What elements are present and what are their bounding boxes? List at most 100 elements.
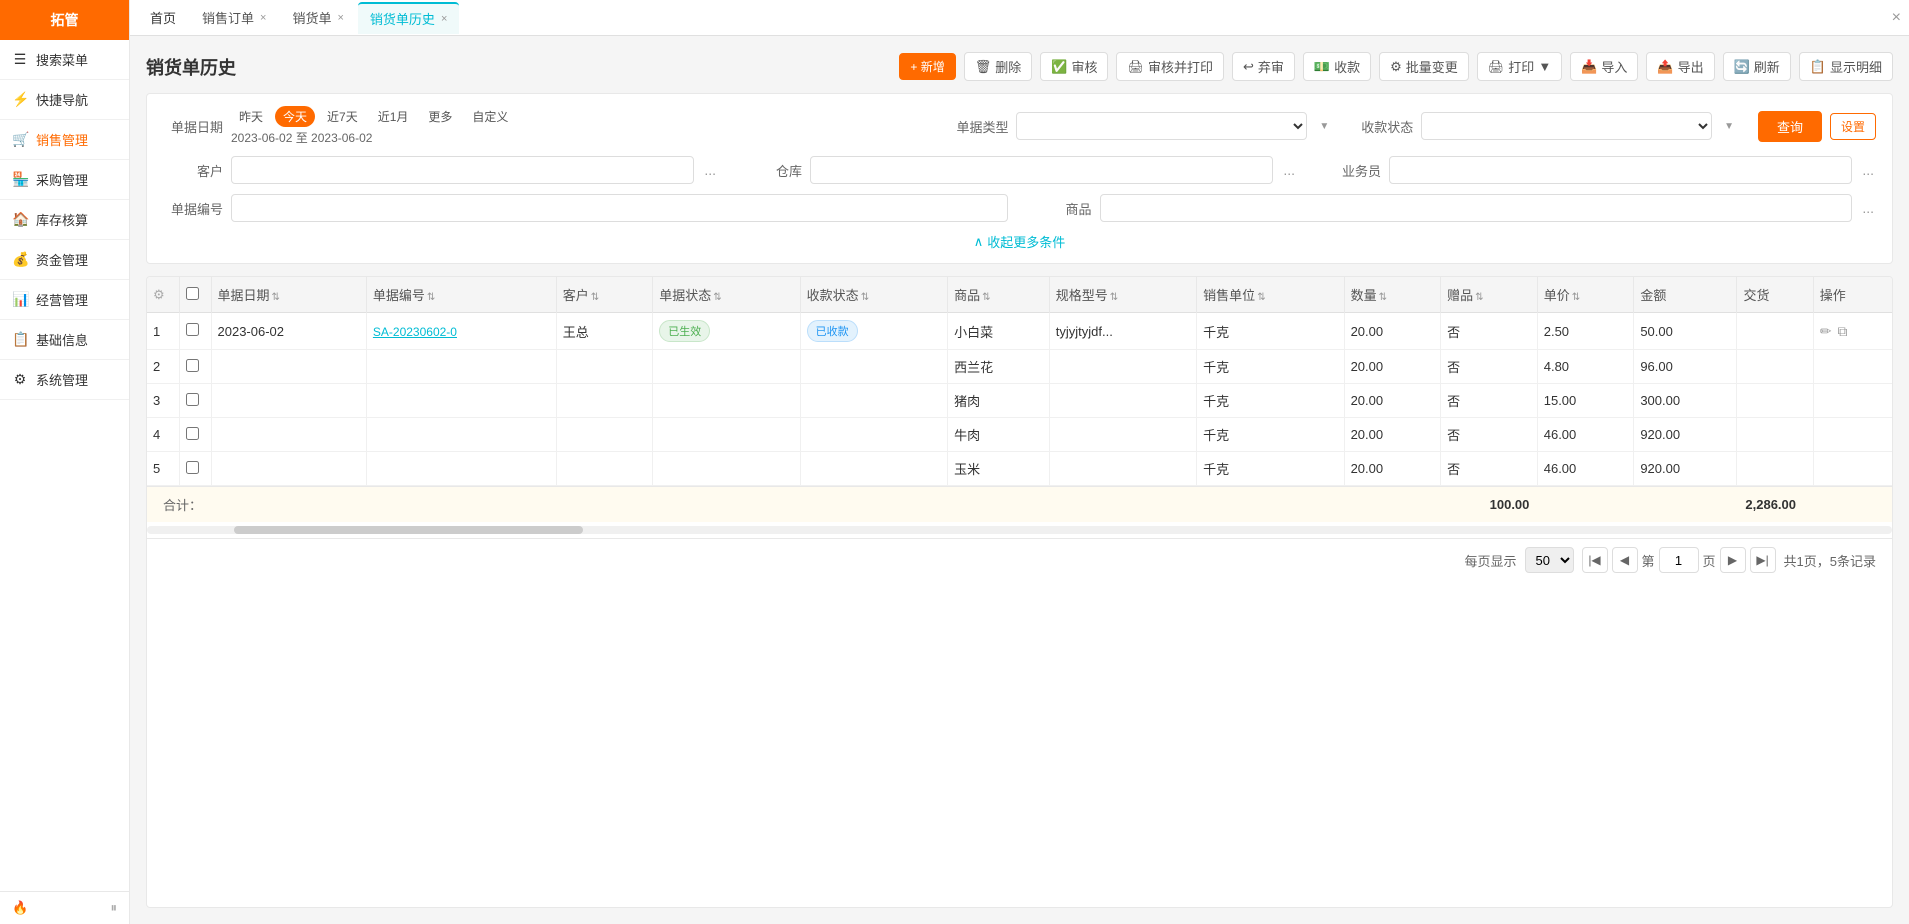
goods-ellipsis-button[interactable]: ...	[1860, 200, 1876, 216]
delete-label: 删除	[995, 57, 1021, 76]
date-pill-7days[interactable]: 近7天	[319, 106, 366, 127]
doc-type-select[interactable]	[1016, 112, 1307, 140]
th-spec-type[interactable]: 规格型号⇅	[1049, 277, 1196, 313]
th-collect-status[interactable]: 收款状态⇅	[800, 277, 947, 313]
sort-doc-no-icon[interactable]: ⇅	[427, 292, 435, 303]
tabs-close-all-button[interactable]: ×	[1892, 9, 1901, 27]
date-pill-1month[interactable]: 近1月	[370, 106, 417, 127]
row-checkbox[interactable]	[186, 427, 199, 440]
row-checkbox[interactable]	[186, 393, 199, 406]
copy-icon[interactable]: ⧉	[1837, 323, 1847, 340]
new-button[interactable]: + 新增	[899, 53, 955, 80]
tab-sales-order[interactable]: 销售订单 ×	[190, 2, 278, 34]
collect-status-select[interactable]	[1421, 112, 1712, 140]
sidebar-item-quick-nav[interactable]: ⚡ 快捷导航	[0, 80, 129, 120]
th-customer[interactable]: 客户⇅	[556, 277, 653, 313]
settings-button[interactable]: 设置	[1830, 113, 1876, 140]
row-checkbox[interactable]	[186, 461, 199, 474]
th-sales-unit[interactable]: 销售单位⇅	[1197, 277, 1344, 313]
sort-collect-status-icon[interactable]: ⇅	[861, 292, 869, 303]
sidebar-item-basic-info[interactable]: 📋 基础信息	[0, 320, 129, 360]
batch-change-icon: ⚙	[1390, 59, 1402, 75]
customer-ellipsis-button[interactable]: ...	[702, 162, 718, 178]
row-qty: 20.00	[1344, 418, 1441, 452]
show-detail-button[interactable]: 📋 显示明细	[1799, 52, 1893, 81]
goods-input[interactable]	[1100, 194, 1853, 222]
row-checkbox[interactable]	[186, 359, 199, 372]
sort-sales-unit-icon[interactable]: ⇅	[1257, 292, 1265, 303]
th-qty[interactable]: 数量⇅	[1344, 277, 1441, 313]
th-gift[interactable]: 赠品⇅	[1441, 277, 1538, 313]
table-row: 2西兰花千克20.00否4.8096.00	[147, 350, 1892, 384]
tab-sales-order-close[interactable]: ×	[260, 12, 266, 24]
salesman-ellipsis-button[interactable]: ...	[1860, 162, 1876, 178]
page-number-input[interactable]	[1659, 547, 1699, 573]
sort-doc-status-icon[interactable]: ⇅	[713, 292, 721, 303]
sort-spec-type-icon[interactable]: ⇅	[1110, 292, 1118, 303]
sidebar-item-operations[interactable]: 📊 经营管理	[0, 280, 129, 320]
tab-sales-delivery-close[interactable]: ×	[337, 12, 343, 24]
export-button[interactable]: 📤 导出	[1646, 52, 1714, 81]
import-button[interactable]: 📥 导入	[1570, 52, 1638, 81]
sort-goods-icon[interactable]: ⇅	[982, 292, 990, 303]
sidebar-item-finance[interactable]: 💰 资金管理	[0, 240, 129, 280]
sort-qty-icon[interactable]: ⇅	[1379, 292, 1387, 303]
horizontal-scrollbar[interactable]	[147, 526, 1892, 534]
delete-button[interactable]: 🗑 删除	[964, 52, 1033, 81]
sidebar-item-label: 资金管理	[36, 250, 88, 269]
row-checkbox[interactable]	[186, 323, 199, 336]
warehouse-ellipsis-button[interactable]: ...	[1281, 162, 1297, 178]
th-unit-price[interactable]: 单价⇅	[1537, 277, 1634, 313]
th-doc-date[interactable]: 单据日期⇅	[211, 277, 366, 313]
th-settings[interactable]: ⚙	[147, 277, 179, 313]
next-page-button[interactable]: ▶	[1720, 547, 1746, 573]
sidebar-item-system-mgmt[interactable]: ⚙ 系统管理	[0, 360, 129, 400]
edit-icon[interactable]: ✏	[1820, 323, 1832, 340]
last-page-button[interactable]: ▶|	[1750, 547, 1776, 573]
row-number: 5	[147, 452, 179, 486]
sidebar-collapse-icon[interactable]: ⏸	[111, 900, 118, 916]
collect-button[interactable]: 💵 收款	[1303, 52, 1371, 81]
tab-sales-history-close[interactable]: ×	[441, 13, 447, 25]
sort-customer-icon[interactable]: ⇅	[591, 292, 599, 303]
date-pill-today[interactable]: 今天	[275, 106, 315, 127]
prev-page-button[interactable]: ◀	[1612, 547, 1638, 573]
tab-sales-history[interactable]: 销货单历史 ×	[358, 2, 459, 34]
th-goods[interactable]: 商品⇅	[948, 277, 1050, 313]
batch-change-button[interactable]: ⚙ 批量变更	[1379, 52, 1469, 81]
sidebar-item-purchase-mgmt[interactable]: 🏪 采购管理	[0, 160, 129, 200]
th-doc-no[interactable]: 单据编号⇅	[366, 277, 556, 313]
data-table: ⚙ 单据日期⇅ 单据编号⇅ 客户⇅	[147, 277, 1892, 486]
warehouse-input[interactable]	[810, 156, 1273, 184]
sort-doc-date-icon[interactable]: ⇅	[272, 292, 280, 303]
doc-no-input[interactable]	[231, 194, 1008, 222]
refresh-button[interactable]: 🔄 刷新	[1723, 52, 1791, 81]
sort-unit-price-icon[interactable]: ⇅	[1572, 292, 1580, 303]
salesman-input[interactable]	[1389, 156, 1852, 184]
date-pill-yesterday[interactable]: 昨天	[231, 106, 271, 127]
date-pill-custom[interactable]: 自定义	[464, 106, 516, 127]
doc-no-link[interactable]: SA-20230602-0	[373, 325, 457, 339]
sidebar-item-sales-mgmt[interactable]: 🛒 销售管理	[0, 120, 129, 160]
select-all-checkbox[interactable]	[186, 287, 199, 300]
sort-gift-icon[interactable]: ⇅	[1475, 292, 1483, 303]
row-sales-unit: 千克	[1197, 452, 1344, 486]
th-doc-status[interactable]: 单据状态⇅	[653, 277, 800, 313]
scrollbar-thumb[interactable]	[234, 526, 583, 534]
abandon-button[interactable]: ↩ 弃审	[1232, 52, 1295, 81]
date-pill-more[interactable]: 更多	[420, 106, 460, 127]
approve-button[interactable]: ✅ 审核	[1040, 52, 1108, 81]
first-page-button[interactable]: |◀	[1582, 547, 1608, 573]
print-button[interactable]: 🖨 打印 ▼	[1477, 52, 1562, 81]
tab-sales-delivery[interactable]: 销货单 ×	[280, 2, 355, 34]
query-button[interactable]: 查询	[1758, 111, 1822, 142]
filter-more-button[interactable]: ∧ 收起更多条件	[974, 232, 1066, 251]
customer-input[interactable]	[231, 156, 694, 184]
tab-home[interactable]: 首页	[138, 2, 188, 34]
settings-icon[interactable]: ⚙	[153, 287, 165, 302]
per-page-select[interactable]: 50	[1525, 547, 1574, 573]
sidebar-item-search-menu[interactable]: ☰ 搜索菜单	[0, 40, 129, 80]
row-doc-no	[366, 418, 556, 452]
sidebar-item-inventory[interactable]: 🏠 库存核算	[0, 200, 129, 240]
approve-print-button[interactable]: 🖨 审核并打印	[1116, 52, 1224, 81]
